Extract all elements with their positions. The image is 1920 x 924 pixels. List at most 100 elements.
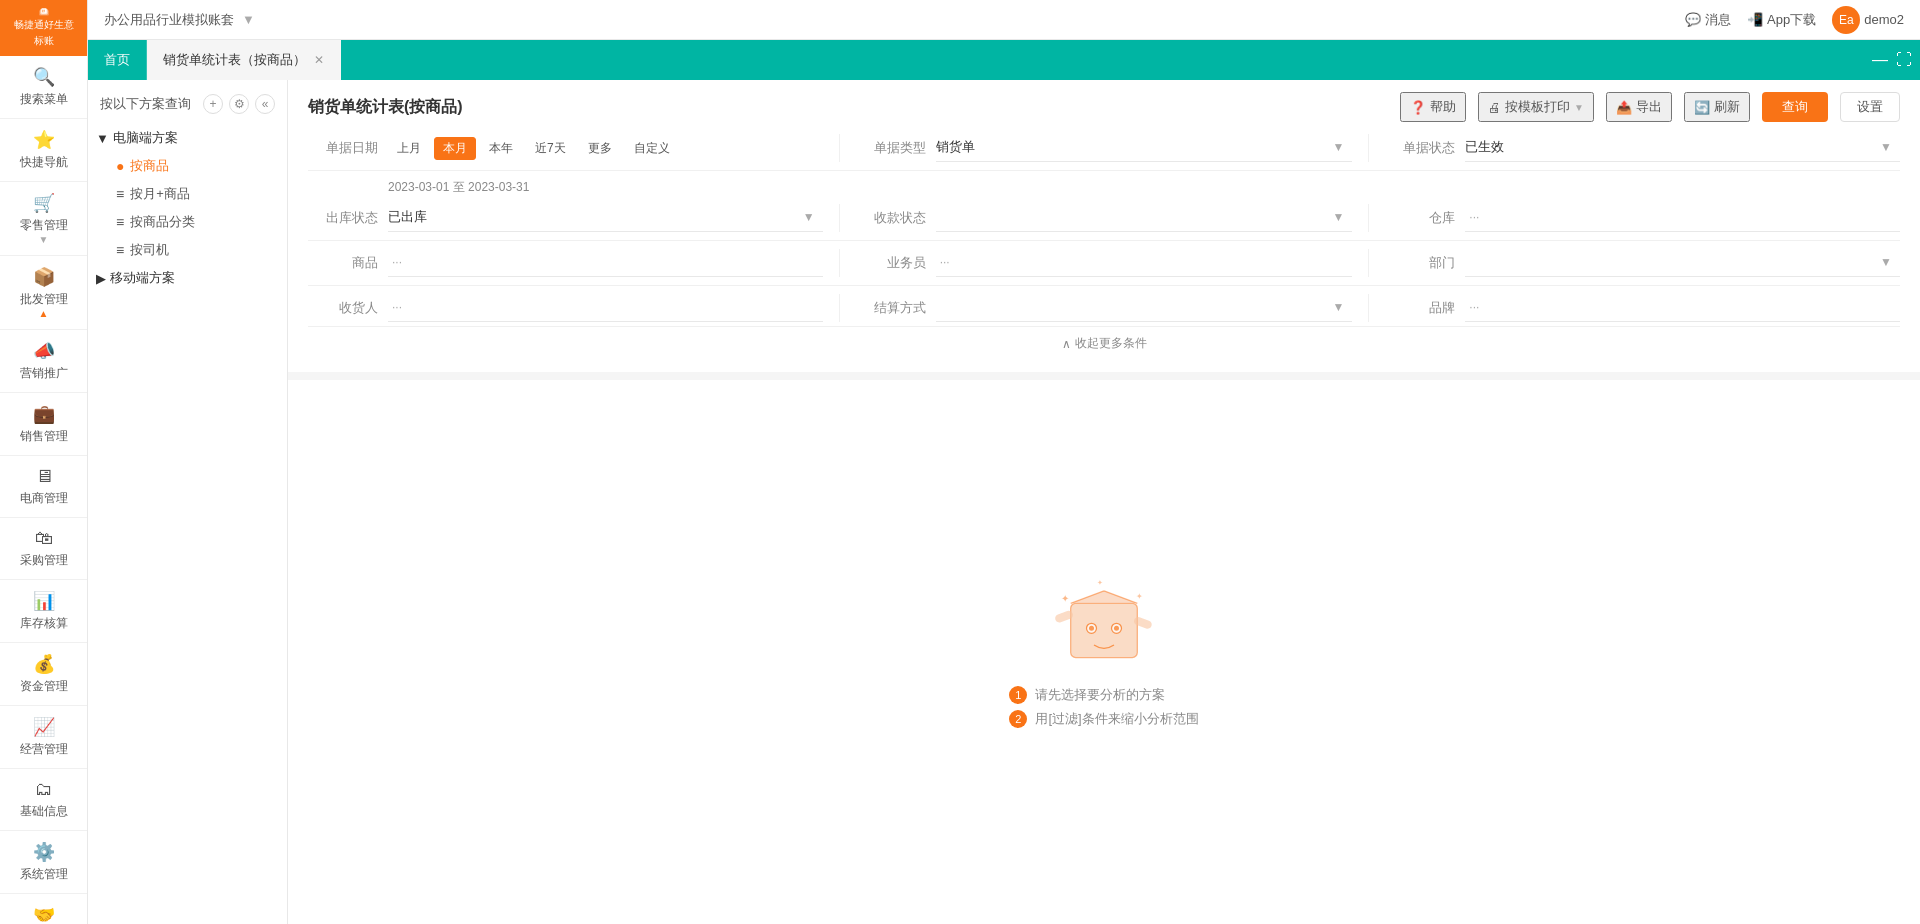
empty-hint-2: 2 用[过滤]条件来缩小分析范围 <box>1009 710 1198 728</box>
date-btn-custom[interactable]: 自定义 <box>625 137 679 160</box>
salesperson-dots[interactable]: ··· <box>940 255 950 269</box>
tab-close-btn[interactable]: ✕ <box>314 53 324 67</box>
panel-add-btn[interactable]: + <box>203 94 223 114</box>
panel-title: 按以下方案查询 <box>100 95 191 113</box>
department-arrow[interactable]: ▼ <box>1880 255 1892 269</box>
settlement-arrow[interactable]: ▼ <box>1332 300 1344 314</box>
brand-dots[interactable]: ··· <box>1469 300 1479 314</box>
help-btn[interactable]: ❓ 帮助 <box>1400 92 1466 122</box>
date-btn-this-year[interactable]: 本年 <box>480 137 522 160</box>
sidebar-item-finance[interactable]: 💰 资金管理 <box>0 643 87 706</box>
message-label: 消息 <box>1705 11 1731 29</box>
sidebar-item-inventory[interactable]: 📊 库存核算 <box>0 580 87 643</box>
sidebar-purchase-label: 采购管理 <box>20 552 68 569</box>
tab-sales-stat[interactable]: 销货单统计表（按商品） ✕ <box>147 40 341 80</box>
print-dropdown-icon: ▼ <box>1574 102 1584 113</box>
sidebar-item-search[interactable]: 🔍 搜索菜单 <box>0 56 87 119</box>
empty-state: ✦ ✦ ✦ 1 请先选择要分析的方案 2 用[过滤]条件来缩小分析范围 <box>288 380 1920 924</box>
salesperson-label: 业务员 <box>856 254 936 272</box>
user-menu[interactable]: Ea demo2 <box>1832 6 1904 34</box>
export-btn[interactable]: 📤 导出 <box>1606 92 1672 122</box>
tree-node-active-icon: ● <box>116 158 124 174</box>
department-label: 部门 <box>1385 254 1465 272</box>
sidebar-item-operation[interactable]: 📈 经营管理 <box>0 706 87 769</box>
tree-node-by-product-cat-label: 按商品分类 <box>130 213 195 231</box>
user-avatar: Ea <box>1832 6 1860 34</box>
panel-settings-btn[interactable]: ⚙ <box>229 94 249 114</box>
app-download-label: App下载 <box>1767 11 1816 29</box>
help-label: 帮助 <box>1430 98 1456 116</box>
tree-node-by-product-cat[interactable]: ≡ 按商品分类 <box>104 208 287 236</box>
sidebar-item-purchase[interactable]: 🛍 采购管理 <box>0 518 87 580</box>
tree-node-icon-2: ≡ <box>116 214 124 230</box>
basic-icon: 🗂 <box>35 779 53 800</box>
sidebar-item-marketing[interactable]: 📣 营销推广 <box>0 330 87 393</box>
app-download-btn[interactable]: 📲 App下载 <box>1747 11 1816 29</box>
tab-minimize-btn[interactable]: — <box>1872 51 1888 69</box>
date-range-display: 2023-03-01 至 2023-03-31 <box>388 179 529 196</box>
sidebar-search-label: 搜索菜单 <box>20 91 68 108</box>
warehouse-dots[interactable]: ··· <box>1469 210 1479 224</box>
marketing-icon: 📣 <box>33 340 55 362</box>
finance-icon: 💰 <box>33 653 55 675</box>
date-btn-more[interactable]: 更多 <box>579 137 621 160</box>
tree-expand-icon: ▼ <box>96 131 109 146</box>
refresh-icon: 🔄 <box>1694 100 1710 115</box>
main-area: 办公用品行业模拟账套 ▼ 💬 消息 📲 App下载 Ea demo2 首页 <box>88 0 1920 924</box>
tree-group-desktop-label: 电脑端方案 <box>113 129 178 147</box>
collapse-label: 收起更多条件 <box>1075 335 1147 352</box>
sidebar-item-cooperation[interactable]: 🤝 企业协同 <box>0 894 87 924</box>
date-btn-7days[interactable]: 近7天 <box>526 137 575 160</box>
sales-icon: 💼 <box>33 403 55 425</box>
sidebar-item-quicknav[interactable]: ⭐ 快捷导航 <box>0 119 87 182</box>
tree-node-by-month-product[interactable]: ≡ 按月+商品 <box>104 180 287 208</box>
template-print-btn[interactable]: 🖨 按模板打印 ▼ <box>1478 92 1594 122</box>
sidebar-item-basic[interactable]: 🗂 基础信息 <box>0 769 87 831</box>
collapse-btn[interactable]: ∧ 收起更多条件 <box>1062 335 1147 352</box>
query-btn[interactable]: 查询 <box>1762 92 1828 122</box>
out-status-arrow[interactable]: ▼ <box>803 210 815 224</box>
product-dots[interactable]: ··· <box>392 255 402 269</box>
tree-node-by-product[interactable]: ● 按商品 <box>104 152 287 180</box>
settings-btn[interactable]: 设置 <box>1840 92 1900 122</box>
message-btn[interactable]: 💬 消息 <box>1685 11 1731 29</box>
empty-illustration: ✦ ✦ ✦ <box>1044 570 1164 670</box>
chevron-down-icon: ▼ <box>39 234 49 245</box>
logo-icon: 好 <box>28 8 60 16</box>
tree-node-by-month-product-label: 按月+商品 <box>130 185 190 203</box>
sidebar-item-ecom[interactable]: 🖥 电商管理 <box>0 456 87 518</box>
export-icon: 📤 <box>1616 100 1632 115</box>
logo-area: 好 畅捷通好生意 标账 <box>0 0 87 56</box>
date-btn-last-month[interactable]: 上月 <box>388 137 430 160</box>
department-control: ▼ <box>1465 249 1900 277</box>
bill-type-label: 单据类型 <box>856 139 936 157</box>
svg-point-11 <box>1114 626 1119 631</box>
sidebar-marketing-label: 营销推广 <box>20 365 68 382</box>
ecom-icon: 🖥 <box>35 466 53 487</box>
panel-collapse-btn[interactable]: « <box>255 94 275 114</box>
bill-status-arrow[interactable]: ▼ <box>1880 140 1892 154</box>
tab-home[interactable]: 首页 <box>88 40 147 80</box>
chevron-up-icon: ▲ <box>39 308 49 319</box>
help-icon: ❓ <box>1410 100 1426 115</box>
workspace-dropdown-icon[interactable]: ▼ <box>242 12 255 27</box>
payment-status-arrow[interactable]: ▼ <box>1332 210 1344 224</box>
date-btn-this-month[interactable]: 本月 <box>434 137 476 160</box>
out-status-label: 出库状态 <box>308 209 388 227</box>
receiver-control: ··· <box>388 294 823 322</box>
tree-node-by-driver[interactable]: ≡ 按司机 <box>104 236 287 264</box>
receiver-dots[interactable]: ··· <box>392 300 402 314</box>
sidebar-item-sales[interactable]: 💼 销售管理 <box>0 393 87 456</box>
tree-group-mobile[interactable]: ▶ 移动端方案 <box>88 264 287 292</box>
tab-maximize-btn[interactable]: ⛶ <box>1896 51 1912 69</box>
date-label: 单据日期 <box>308 139 388 157</box>
tree-group-desktop[interactable]: ▼ 电脑端方案 <box>88 124 287 152</box>
sidebar-item-retail[interactable]: 🛒 零售管理 ▼ <box>0 182 87 256</box>
inventory-icon: 📊 <box>33 590 55 612</box>
panel-header-icons: + ⚙ « <box>203 94 275 114</box>
refresh-btn[interactable]: 🔄 刷新 <box>1684 92 1750 122</box>
logo-subtext: 标账 <box>34 34 54 48</box>
sidebar-item-system[interactable]: ⚙️ 系统管理 <box>0 831 87 894</box>
sidebar-item-wholesale[interactable]: 📦 批发管理 ▲ <box>0 256 87 330</box>
bill-type-arrow[interactable]: ▼ <box>1332 140 1344 154</box>
